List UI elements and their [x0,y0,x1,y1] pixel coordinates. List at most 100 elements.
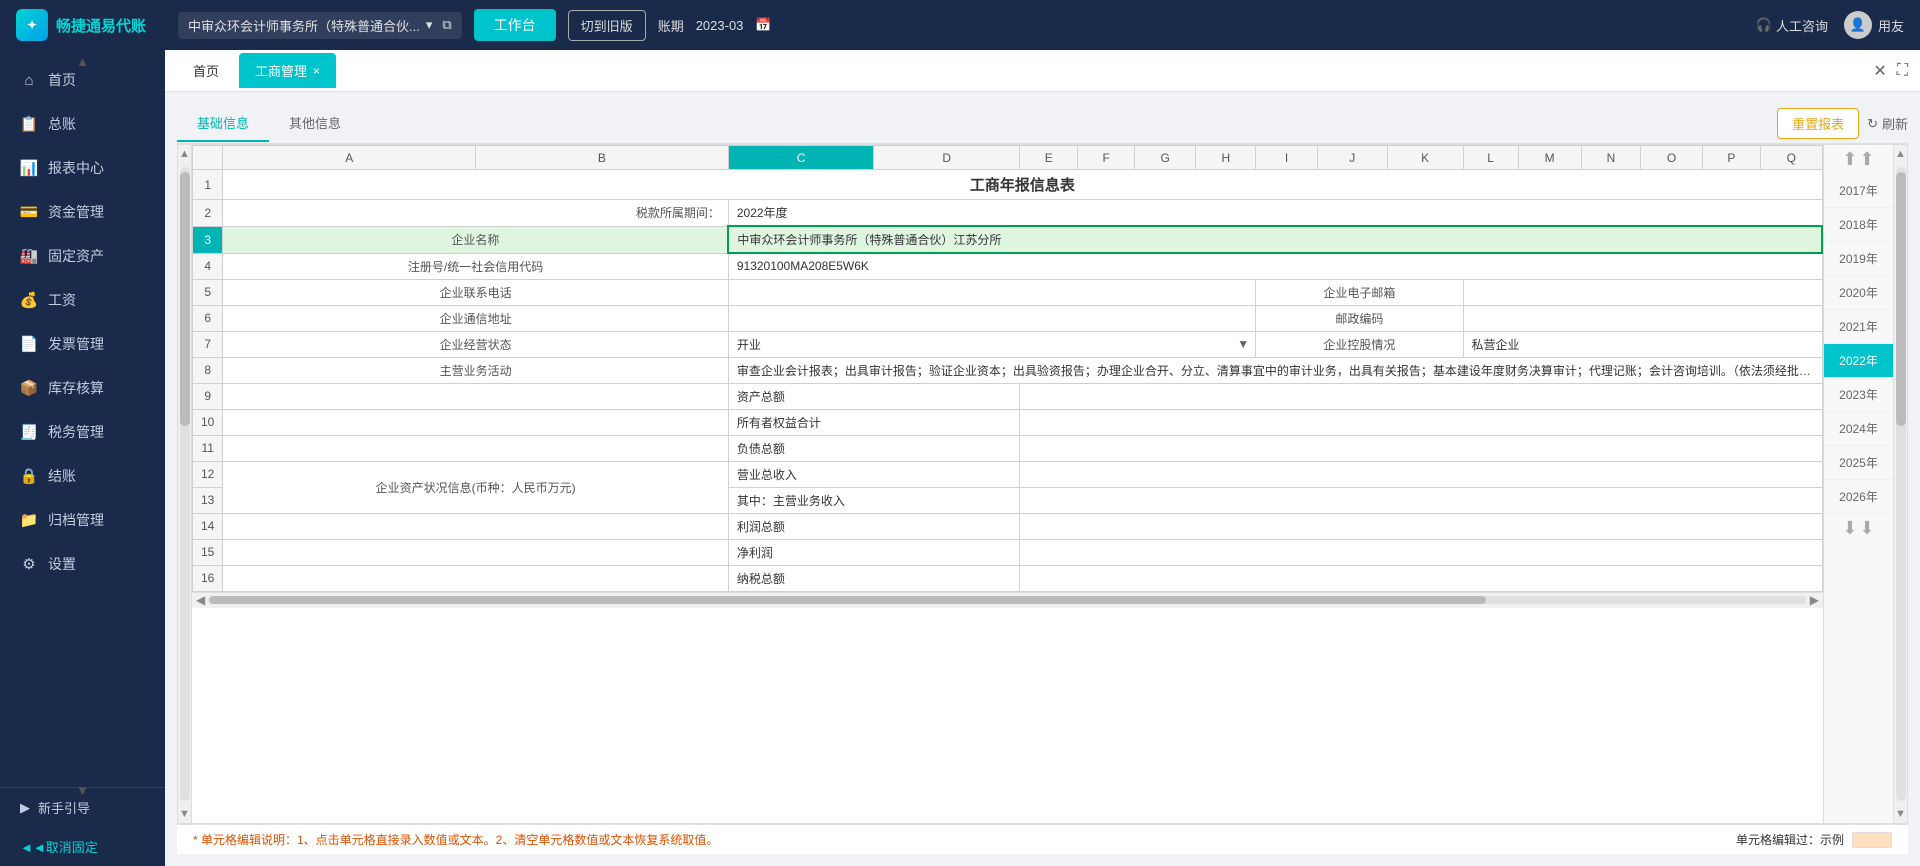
right-scroll-track[interactable] [1896,167,1906,801]
col-header-J[interactable]: J [1317,146,1387,170]
tab-close-button[interactable]: × [313,64,320,78]
right-scroll-up[interactable]: ▲ [1895,145,1906,163]
sidebar-scroll-up[interactable]: ▲ [0,50,165,58]
col-header-G[interactable]: G [1135,146,1196,170]
cell-status-value[interactable]: 开业 ▼ [728,331,1255,357]
col-header-A[interactable]: A [223,146,476,170]
new-user-button[interactable]: ▶ 新手引导 [0,788,165,827]
calendar-icon[interactable]: 📅 [755,17,771,33]
sidebar-label-ledger: 总账 [48,114,76,134]
sidebar-item-close[interactable]: 🔒 结账 [0,454,165,498]
cell-company-value[interactable]: 中审众环会计师事务所（特殊普通合伙）江苏分所 [728,226,1822,253]
avatar: 👤 [1844,11,1872,39]
col-header-I[interactable]: I [1256,146,1318,170]
row-num-13: 13 [193,487,223,513]
col-header-Q[interactable]: Q [1761,146,1822,170]
tab-home[interactable]: 首页 [177,53,235,88]
cell-main-revenue-value[interactable] [1020,487,1822,513]
panel-down-arrow2[interactable]: ⬇ [1860,518,1875,539]
panel-up-arrow[interactable]: ⬆ [1842,149,1857,170]
sidebar-scroll-down[interactable]: ▼ [0,779,165,787]
year-2024[interactable]: 2024年 [1824,412,1893,446]
col-header-K[interactable]: K [1387,146,1463,170]
col-header-N[interactable]: N [1581,146,1641,170]
refresh-button[interactable]: ↻ 刷新 [1867,114,1908,133]
year-2019[interactable]: 2019年 [1824,242,1893,276]
cell-equity-value[interactable] [1020,409,1822,435]
sidebar-item-home[interactable]: ⌂ 首页 [0,58,165,102]
col-header-O[interactable]: O [1641,146,1702,170]
sidebar-item-invoice[interactable]: 📄 发票管理 [0,322,165,366]
col-header-L[interactable]: L [1463,146,1518,170]
col-header-C[interactable]: C [728,146,874,170]
sidebar-item-report[interactable]: 📊 报表中心 [0,146,165,190]
year-2023[interactable]: 2023年 [1824,378,1893,412]
pin-button[interactable]: ◄◄取消固定 [0,827,165,866]
col-header-P[interactable]: P [1702,146,1760,170]
user-area[interactable]: 👤 用友 [1844,11,1904,39]
cell-phone-value[interactable] [728,279,1255,305]
col-header-H[interactable]: H [1196,146,1256,170]
year-2017[interactable]: 2017年 [1824,174,1893,208]
cell-regcode-value[interactable]: 91320100MA208E5W6K [728,253,1822,279]
h-scroll-track[interactable] [209,596,1806,604]
vertical-scrollbar[interactable]: ▲ ▼ [178,145,192,823]
sidebar-item-tax[interactable]: 🧾 税务管理 [0,410,165,454]
cell-equity-label: 所有者权益合计 [728,409,1019,435]
sidebar-item-archive[interactable]: 📁 归档管理 [0,498,165,542]
cell-revenue-value[interactable] [1020,461,1822,487]
year-2026[interactable]: 2026年 [1824,480,1893,514]
sidebar-item-fund[interactable]: 💳 资金管理 [0,190,165,234]
scroll-right-arrow[interactable]: ▶ [1810,593,1819,607]
panel-up-arrow2[interactable]: ⬆ [1860,149,1875,170]
switch-version-button[interactable]: 切到旧版 [568,10,646,41]
sidebar-item-salary[interactable]: 💰 工资 [0,278,165,322]
right-scroll-down[interactable]: ▼ [1895,805,1906,823]
sidebar-item-ledger[interactable]: 📋 总账 [0,102,165,146]
col-header-M[interactable]: M [1518,146,1581,170]
sidebar-item-assets[interactable]: 🏭 固定资产 [0,234,165,278]
sidebar-item-settings[interactable]: ⚙ 设置 [0,542,165,586]
cell-tax-total-value[interactable] [1020,565,1822,591]
panel-down-arrow[interactable]: ⬇ [1842,518,1857,539]
year-2018[interactable]: 2018年 [1824,208,1893,242]
sub-tab-other[interactable]: 其他信息 [269,105,361,142]
tab-expand-icon[interactable]: ⛶ [1897,62,1908,80]
cell-business-value[interactable]: 审查企业会计报表；出具审计报告；验证企业资本；出具验资报告；办理企业合开、分立、… [728,357,1822,383]
scroll-up-arrow[interactable]: ▲ [179,145,190,163]
company-selector[interactable]: 中审众环会计师事务所（特殊普通合伙... ▾ ⧉ [178,12,462,39]
year-2025[interactable]: 2025年 [1824,446,1893,480]
cell-liabilities-value[interactable] [1020,435,1822,461]
reset-button[interactable]: 重置报表 [1777,108,1859,139]
tab-active[interactable]: 工商管理 × [239,53,336,88]
cell-address-value[interactable] [728,305,1255,331]
cell-period-value[interactable]: 2022年度 [728,200,1822,227]
sub-tab-basic[interactable]: 基础信息 [177,105,269,142]
scroll-left-arrow[interactable]: ◀ [196,593,205,607]
col-header-E[interactable]: E [1020,146,1078,170]
workbench-button[interactable]: 工作台 [474,9,556,41]
cell-email-value[interactable] [1463,279,1822,305]
cell-postcode-value[interactable] [1463,305,1822,331]
year-2020[interactable]: 2020年 [1824,276,1893,310]
scroll-down-arrow[interactable]: ▼ [179,805,190,823]
sidebar-item-inventory[interactable]: 📦 库存核算 [0,366,165,410]
scroll-track[interactable] [180,167,190,801]
cell-assets-total-value[interactable] [1020,383,1822,409]
cell-profit-value[interactable] [1020,513,1822,539]
cell-title[interactable]: 工商年报信息表 [223,170,1822,200]
col-header-B[interactable]: B [476,146,729,170]
spreadsheet-main[interactable]: A B C D E F G H I J K L [192,145,1823,823]
right-vertical-scrollbar[interactable]: ▲ ▼ [1893,145,1907,823]
cell-net-profit-value[interactable] [1020,539,1822,565]
year-2022[interactable]: 2022年 [1824,344,1893,378]
service-button[interactable]: 🎧 人工咨询 [1756,16,1828,35]
main-layout: ▲ ⌂ 首页 📋 总账 📊 报表中心 💳 资金管理 🏭 固定资产 [0,50,1920,866]
year-2021[interactable]: 2021年 [1824,310,1893,344]
col-header-D[interactable]: D [874,146,1020,170]
tab-close-icon[interactable]: ✕ [1873,61,1886,81]
cell-holding-label: 企业控股情况 [1256,331,1463,357]
col-header-F[interactable]: F [1078,146,1135,170]
cell-holding-value[interactable]: 私营企业 [1463,331,1822,357]
horizontal-scrollbar[interactable]: ◀ ▶ [192,592,1823,608]
